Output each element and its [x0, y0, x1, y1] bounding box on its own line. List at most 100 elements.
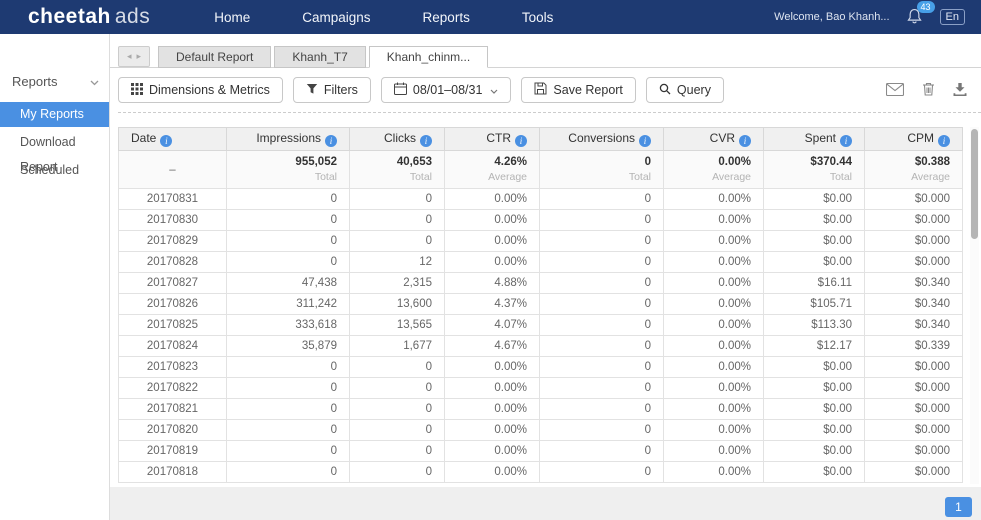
table-body: –955,052 Total 40,653 Total 4.26% Average 0 Tot… — [118, 150, 963, 483]
col-header-cpm[interactable]: CPM — [864, 127, 963, 151]
table-cell: 0 — [226, 419, 350, 441]
query-label: Query — [676, 83, 711, 97]
info-icon[interactable] — [938, 135, 950, 147]
table-cell: 0.00% — [444, 230, 540, 252]
tab-scroll-left-icon[interactable]: ◂ — [127, 51, 132, 62]
table-cell: 0.00% — [663, 188, 764, 210]
trash-icon[interactable] — [922, 82, 935, 101]
filters-button[interactable]: Filters — [292, 77, 371, 103]
table-row[interactable]: 20170822 0 0 0.00% 0 0.00% $0.00 $0.000 — [118, 377, 963, 399]
table-cell: 0 — [349, 188, 445, 210]
table-cell: 0.00% — [663, 272, 764, 294]
table-cell: 1,677 — [349, 335, 445, 357]
table-cell: 47,438 — [226, 272, 350, 294]
welcome-text[interactable]: Welcome, Bao Khanh... — [774, 11, 889, 23]
table-row[interactable]: 20170829 0 0 0.00% 0 0.00% $0.00 $0.000 — [118, 230, 963, 252]
col-header-date[interactable]: Date — [118, 127, 227, 151]
table-row[interactable]: 20170827 47,438 2,315 4.88% 0 0.00% $16.11 $0.3… — [118, 272, 963, 294]
table-cell: 0.00% — [663, 251, 764, 273]
info-icon[interactable] — [325, 135, 337, 147]
sidebar-item-download-report[interactable]: Download Report — [0, 130, 109, 174]
col-header-impressions[interactable]: Impressions — [226, 127, 350, 151]
sidebar-item-scheduled[interactable]: Scheduled — [0, 158, 109, 183]
info-icon[interactable] — [160, 135, 173, 147]
tab-khanh-t7[interactable]: Khanh_T7 — [274, 46, 366, 68]
table-row[interactable]: 20170830 0 0 0.00% 0 0.00% $0.00 $0.000 — [118, 209, 963, 231]
table-cell: 0 — [349, 209, 445, 231]
table-cell: 13,600 — [349, 293, 445, 315]
summary-cell: 0.00% Average — [663, 150, 764, 189]
table-cell: $0.00 — [763, 461, 865, 483]
sidebar-section-reports[interactable]: Reports — [0, 74, 109, 89]
tab-khanh-chinm[interactable]: Khanh_chinm... — [368, 46, 489, 68]
notifications-button[interactable]: 43 — [906, 1, 935, 26]
table-cell: 0 — [539, 377, 664, 399]
tab-scroll-right-icon[interactable]: ▸ — [137, 51, 142, 62]
save-report-label: Save Report — [553, 83, 623, 97]
col-header-ctr[interactable]: CTR — [444, 127, 540, 151]
col-header-cvr[interactable]: CVR — [663, 127, 764, 151]
table-cell: $0.340 — [864, 314, 963, 336]
mail-icon[interactable] — [885, 82, 905, 101]
info-icon[interactable] — [420, 135, 432, 147]
table-cell: $0.000 — [864, 230, 963, 252]
nav-item-tools[interactable]: Tools — [522, 10, 554, 25]
info-icon[interactable] — [739, 135, 751, 147]
table-cell: 0 — [226, 461, 350, 483]
table-cell: $0.00 — [763, 398, 865, 420]
date-range-button[interactable]: 08/01–08/31 — [380, 77, 512, 103]
filters-label: Filters — [323, 83, 358, 97]
table-cell: 0 — [349, 377, 445, 399]
table-row[interactable]: 20170831 0 0 0.00% 0 0.00% $0.00 $0.000 — [118, 188, 963, 210]
table-cell: 311,242 — [226, 293, 350, 315]
date-cell: 20170824 — [118, 335, 227, 357]
language-selector[interactable]: En — [939, 9, 965, 25]
brand-logo[interactable]: cheetah ads — [28, 5, 150, 29]
nav-item-campaigns[interactable]: Campaigns — [302, 10, 370, 25]
table-row[interactable]: 20170828 0 12 0.00% 0 0.00% $0.00 $0.000 — [118, 251, 963, 273]
table-row[interactable]: 20170820 0 0 0.00% 0 0.00% $0.00 $0.000 — [118, 419, 963, 441]
table-cell: 0 — [226, 356, 350, 378]
table-row[interactable]: 20170821 0 0 0.00% 0 0.00% $0.00 $0.000 — [118, 398, 963, 420]
table-cell: 13,565 — [349, 314, 445, 336]
pagination-page-1[interactable]: 1 — [945, 497, 972, 517]
nav-item-home[interactable]: Home — [214, 10, 250, 25]
table-cell: 0.00% — [663, 356, 764, 378]
table-row[interactable]: 20170825 333,618 13,565 4.07% 0 0.00% $113.30 $… — [118, 314, 963, 336]
chevron-down-icon — [490, 83, 498, 97]
table-scrollbar[interactable] — [970, 127, 979, 484]
table-row[interactable]: 20170823 0 0 0.00% 0 0.00% $0.00 $0.000 — [118, 356, 963, 378]
table-row[interactable]: 20170818 0 0 0.00% 0 0.00% $0.00 $0.000 — [118, 461, 963, 483]
table-row[interactable]: 20170819 0 0 0.00% 0 0.00% $0.00 $0.000 — [118, 440, 963, 462]
col-header-spent[interactable]: Spent — [763, 127, 865, 151]
search-icon — [659, 83, 671, 98]
table-cell: 0 — [349, 419, 445, 441]
table-row[interactable]: 20170826 311,242 13,600 4.37% 0 0.00% $105.71 $… — [118, 293, 963, 315]
info-icon[interactable] — [639, 135, 651, 147]
table-cell: 0 — [226, 398, 350, 420]
info-icon[interactable] — [515, 135, 527, 147]
dimensions-metrics-button[interactable]: Dimensions & Metrics — [118, 77, 283, 103]
tab-default-report[interactable]: Default Report — [158, 46, 272, 68]
nav-item-reports[interactable]: Reports — [423, 10, 470, 25]
brand-light: ads — [114, 5, 151, 28]
table-cell: 4.67% — [444, 335, 540, 357]
tab-scroll-arrows[interactable]: ◂ ▸ — [118, 46, 150, 67]
report-table: Date Impressions Clicks CTR Conversions … — [118, 127, 963, 483]
date-cell: 20170830 — [118, 209, 227, 231]
table-row[interactable]: 20170824 35,879 1,677 4.67% 0 0.00% $12.17 $0.3… — [118, 335, 963, 357]
date-cell: 20170827 — [118, 272, 227, 294]
nav-right: Welcome, Bao Khanh... 43 En — [774, 1, 965, 26]
report-tabs: ◂ ▸ Default Report Khanh_T7 Khanh_chinm.… — [110, 34, 981, 68]
scrollbar-thumb[interactable] — [971, 129, 978, 239]
col-header-clicks[interactable]: Clicks — [349, 127, 445, 151]
save-report-button[interactable]: Save Report — [521, 77, 636, 103]
info-icon[interactable] — [840, 135, 852, 147]
table-cell: 0.00% — [444, 188, 540, 210]
download-icon[interactable] — [953, 82, 967, 101]
col-header-conversions[interactable]: Conversions — [539, 127, 664, 151]
table-cell: 0.00% — [663, 461, 764, 483]
query-button[interactable]: Query — [645, 77, 724, 103]
table-cell: 0 — [539, 272, 664, 294]
sidebar-item-my-reports[interactable]: My Reports — [0, 102, 109, 127]
